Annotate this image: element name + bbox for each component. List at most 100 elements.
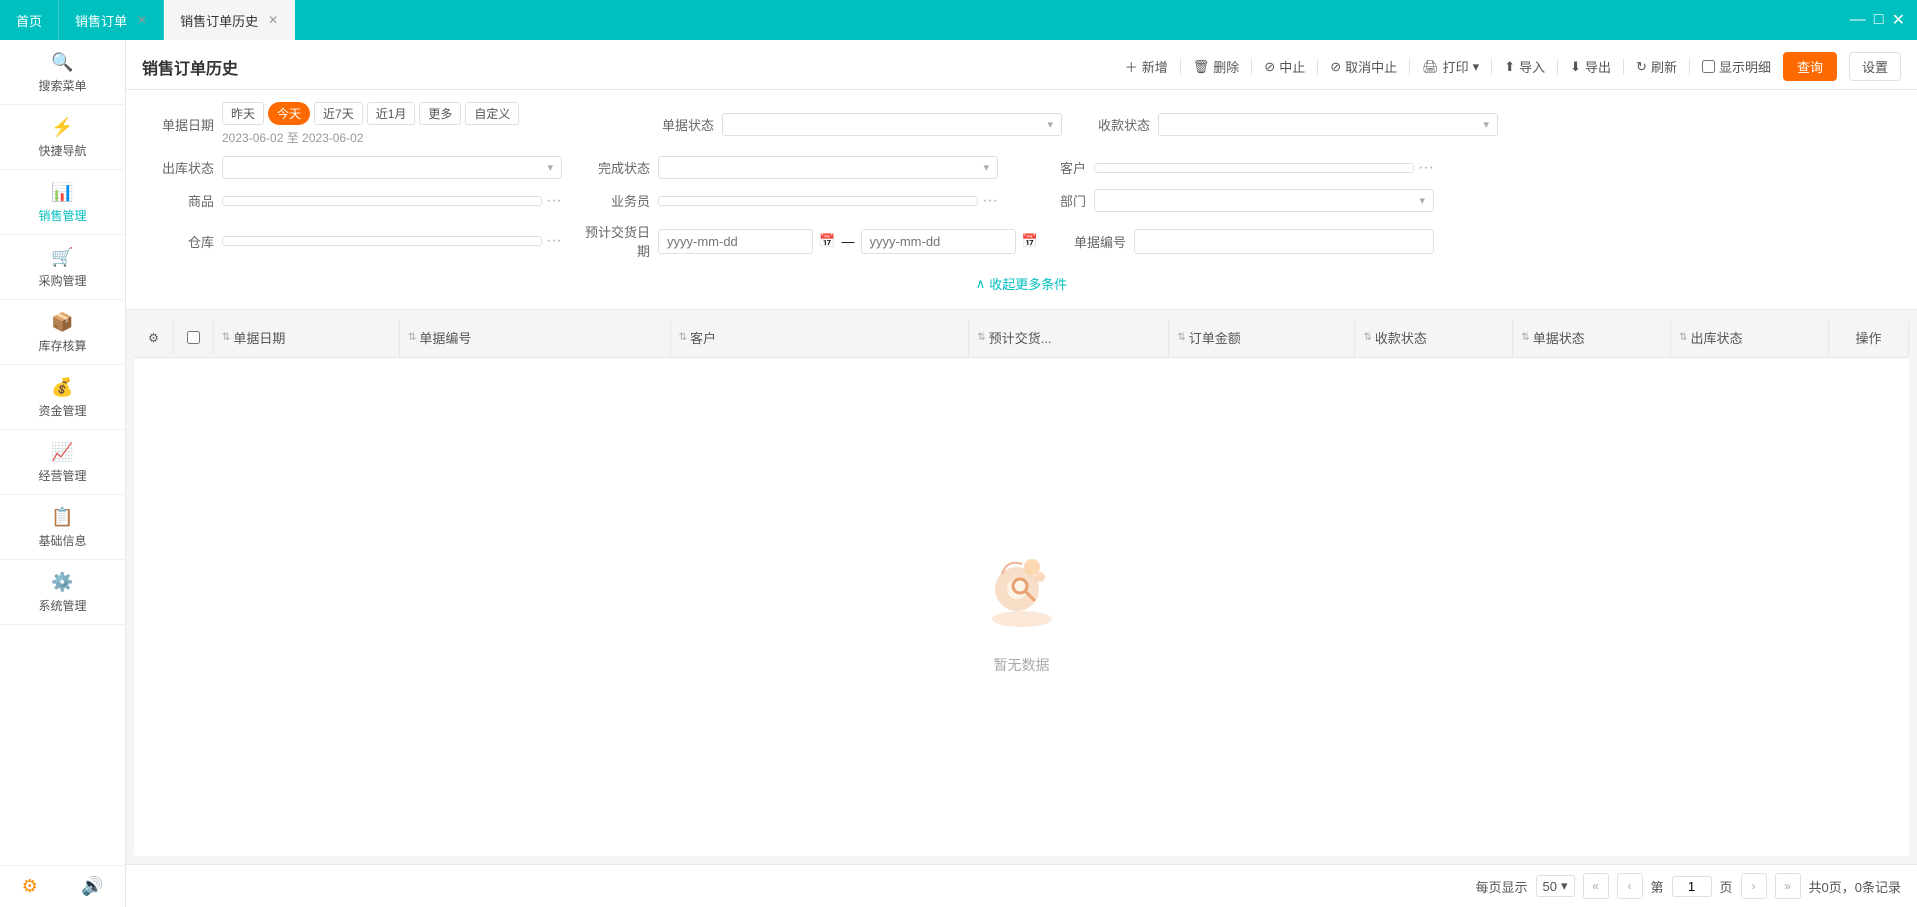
th-delivery: ⇅ 预计交货... <box>969 318 1169 357</box>
sales-input[interactable] <box>658 196 978 206</box>
date-btn-7days[interactable]: 近7天 <box>314 102 363 125</box>
outstock-select[interactable]: ▾ <box>222 156 562 179</box>
th-delivery-label: 预计交货... <box>989 328 1052 347</box>
sales-dots-icon[interactable]: ··· <box>982 192 998 210</box>
maximize-icon[interactable]: □ <box>1874 11 1884 29</box>
sidebar-item-basic[interactable]: 📋 基础信息 <box>0 495 125 560</box>
warehouse-label: 仓库 <box>142 232 222 251</box>
customer-dots-icon[interactable]: ··· <box>1418 159 1434 177</box>
date-quick-btns: 昨天 今天 近7天 近1月 更多 自定义 <box>222 102 642 125</box>
cancel-stop-icon: ⊘ <box>1330 59 1341 75</box>
toolbar: ＋ 新增 🗑 删除 ⊘ 中止 ⊘ 取消中止 <box>1125 52 1901 81</box>
th-customer-sort-icon: ⇅ <box>679 332 687 343</box>
sidebar-item-search[interactable]: 🔍 搜索菜单 <box>0 40 125 105</box>
refresh-icon: ↻ <box>1636 59 1647 75</box>
query-button[interactable]: 查询 <box>1783 52 1837 81</box>
sidebar-item-purchase[interactable]: 🛒 采购管理 <box>0 235 125 300</box>
collapse-bar[interactable]: ∧ 收起更多条件 <box>142 270 1901 297</box>
stop-button[interactable]: ⊘ 中止 <box>1264 57 1305 76</box>
warehouse-dots-icon[interactable]: ··· <box>546 232 562 250</box>
warehouse-input[interactable] <box>222 236 542 246</box>
pay-status-arrow-icon: ▾ <box>1483 118 1489 131</box>
close-icon[interactable]: ✕ <box>1892 10 1905 30</box>
prev-page-button[interactable]: ‹ <box>1617 873 1643 899</box>
date-btn-more[interactable]: 更多 <box>419 102 461 125</box>
settings-button[interactable]: 设置 <box>1849 52 1901 81</box>
complete-select[interactable]: ▾ <box>658 156 998 179</box>
th-outstock: ⇅ 出库状态 <box>1671 318 1829 357</box>
th-amount-label: 订单金额 <box>1189 328 1241 347</box>
page-label: 页 <box>1720 877 1733 896</box>
date-btn-yesterday[interactable]: 昨天 <box>222 102 264 125</box>
export-button[interactable]: ⬇ 导出 <box>1570 57 1611 76</box>
content-area: 销售订单历史 ＋ 新增 🗑 删除 ⊘ 中止 ⊘ <box>126 40 1917 907</box>
tab-sales-order-close[interactable]: ✕ <box>137 13 147 27</box>
th-action-label: 操作 <box>1856 328 1882 347</box>
tab-home[interactable]: 首页 <box>0 0 59 40</box>
goods-dots-icon[interactable]: ··· <box>546 192 562 210</box>
th-outstock-label: 出库状态 <box>1691 328 1743 347</box>
goods-input[interactable] <box>222 196 542 206</box>
sidebar-label-purchase: 采购管理 <box>38 272 86 289</box>
volume-icon[interactable]: 🔊 <box>81 876 103 897</box>
calendar-to-icon[interactable]: 📅 <box>1022 233 1038 249</box>
export-label: 导出 <box>1585 57 1611 76</box>
display-toggle[interactable]: 显示明细 <box>1702 57 1771 76</box>
sales-icon: 📊 <box>51 182 73 203</box>
th-delivery-sort-icon: ⇅ <box>977 332 985 343</box>
th-check[interactable] <box>174 321 214 354</box>
date-btn-custom[interactable]: 自定义 <box>465 102 519 125</box>
delete-button[interactable]: 🗑 删除 <box>1193 57 1240 76</box>
tab-sales-history[interactable]: 销售订单历史 ✕ <box>164 0 295 40</box>
date-btn-today[interactable]: 今天 <box>268 102 310 125</box>
import-label: 导入 <box>1519 57 1545 76</box>
date-filter-label: 单据日期 <box>142 115 222 134</box>
cancel-stop-button[interactable]: ⊘ 取消中止 <box>1330 57 1397 76</box>
page-size-select[interactable]: 50 ▾ <box>1536 875 1575 897</box>
inventory-icon: 📦 <box>51 312 73 333</box>
customer-input[interactable] <box>1094 163 1414 173</box>
sidebar-item-system[interactable]: ⚙️ 系统管理 <box>0 560 125 625</box>
tab-sales-history-label: 销售订单历史 <box>180 11 258 30</box>
refresh-button[interactable]: ↻ 刷新 <box>1636 57 1677 76</box>
sidebar-label-nav: 快捷导航 <box>38 142 86 159</box>
order-status-select[interactable]: ▾ <box>722 113 1062 136</box>
system-icon: ⚙️ <box>51 572 73 593</box>
calendar-from-icon[interactable]: 📅 <box>819 233 835 249</box>
delivery-date-from-input[interactable] <box>658 229 813 254</box>
new-button[interactable]: ＋ 新增 <box>1125 57 1168 76</box>
last-page-button[interactable]: » <box>1775 873 1801 899</box>
dept-select[interactable]: ▾ <box>1094 189 1434 212</box>
purchase-icon: 🛒 <box>51 247 73 268</box>
sidebar-bottom: ⚙ 🔊 <box>0 865 125 907</box>
sidebar-item-sales[interactable]: 📊 销售管理 <box>0 170 125 235</box>
page-number-input[interactable] <box>1672 876 1712 897</box>
tab-sales-order[interactable]: 销售订单 ✕ <box>59 0 164 40</box>
first-page-button[interactable]: « <box>1583 873 1609 899</box>
delivery-date-to-input[interactable] <box>861 229 1016 254</box>
order-num-input[interactable] <box>1134 229 1434 254</box>
sidebar-item-nav[interactable]: ⚡ 快捷导航 <box>0 105 125 170</box>
sidebar-item-finance[interactable]: 💰 资金管理 <box>0 365 125 430</box>
order-status-arrow-icon: ▾ <box>1047 118 1053 131</box>
divider7 <box>1623 59 1624 75</box>
print-button[interactable]: 🖨 打印 ▾ <box>1422 57 1479 76</box>
display-checkbox[interactable] <box>1702 60 1715 73</box>
th-date-sort-icon: ⇅ <box>222 332 230 343</box>
select-all-checkbox[interactable] <box>187 331 200 344</box>
date-btn-1month[interactable]: 近1月 <box>367 102 416 125</box>
next-page-button[interactable]: › <box>1741 873 1767 899</box>
sidebar-item-inventory[interactable]: 📦 库存核算 <box>0 300 125 365</box>
pay-status-select[interactable]: ▾ <box>1158 113 1498 136</box>
delivery-date-label: 预计交货日期 <box>578 222 658 260</box>
settings-gear-icon[interactable]: ⚙ <box>22 876 38 897</box>
date-range-separator: — <box>842 234 855 249</box>
goods-label: 商品 <box>142 191 222 210</box>
complete-arrow-icon: ▾ <box>983 161 989 174</box>
th-settings[interactable]: ⚙ <box>134 321 174 355</box>
import-button[interactable]: ⬆ 导入 <box>1504 57 1545 76</box>
sidebar-item-operation[interactable]: 📈 经营管理 <box>0 430 125 495</box>
refresh-label: 刷新 <box>1651 57 1677 76</box>
minimize-icon[interactable]: — <box>1850 11 1866 29</box>
tab-sales-history-close[interactable]: ✕ <box>268 13 278 27</box>
